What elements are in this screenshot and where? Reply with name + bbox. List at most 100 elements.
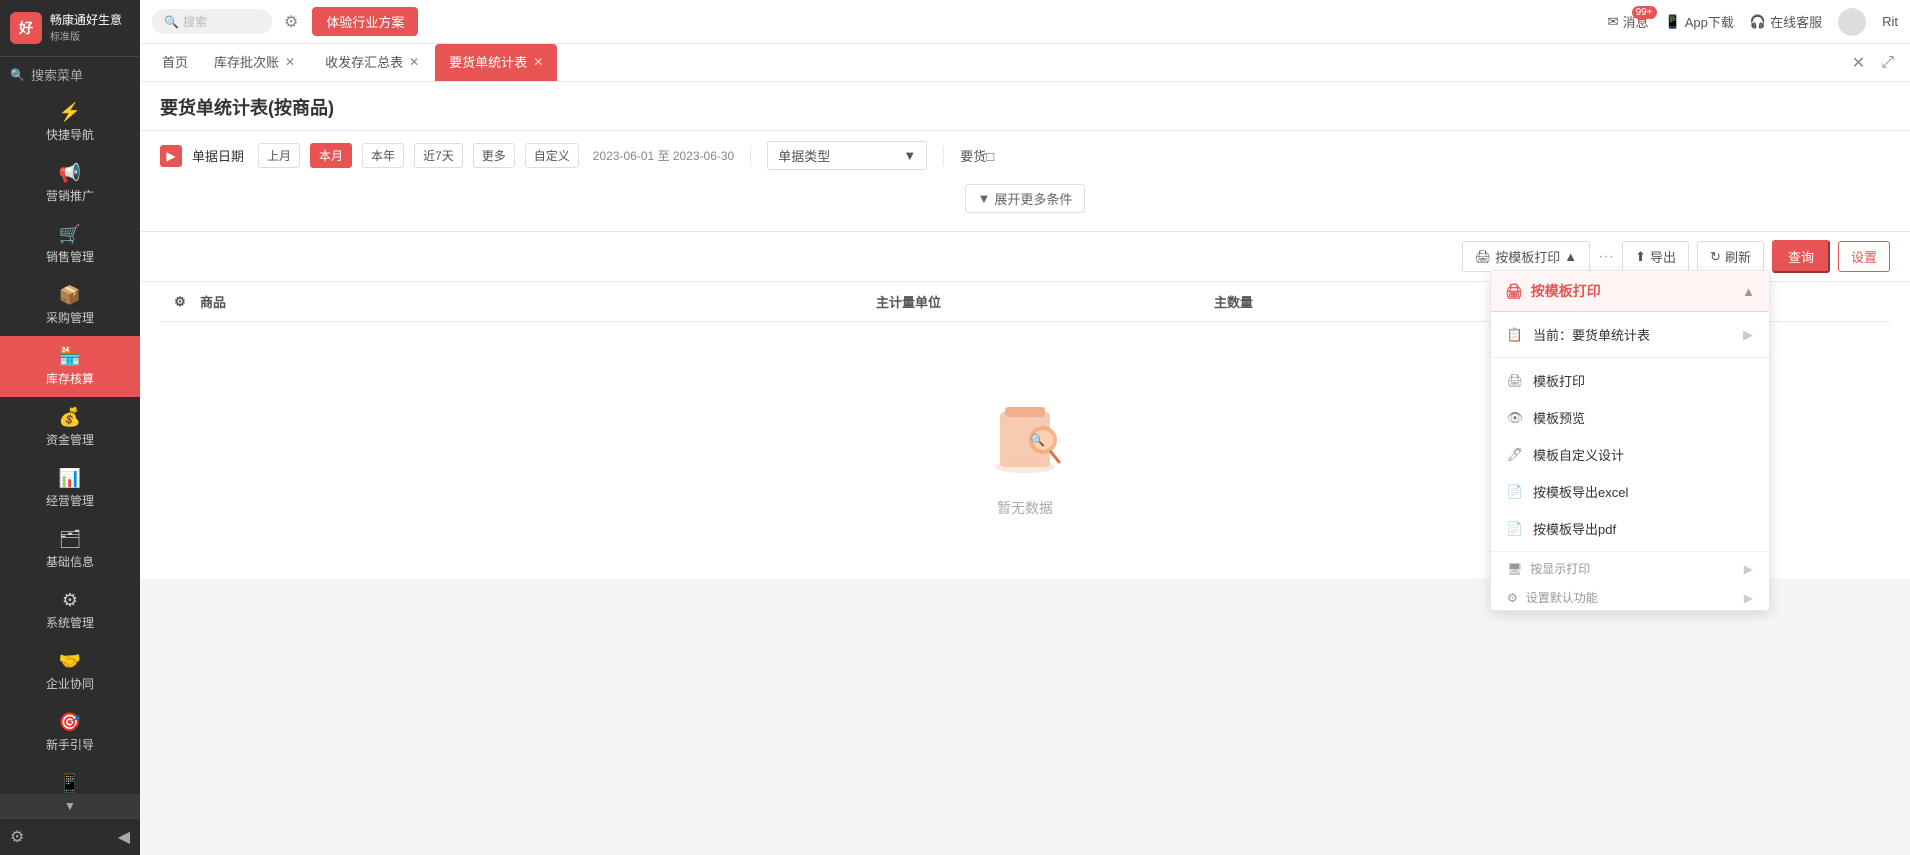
dropdown-header[interactable]: 🖨 按模板打印 ▲	[1491, 271, 1769, 312]
window-maximize-icon[interactable]: ⤢	[1877, 52, 1898, 74]
filter-tag-area: ▼ 展开更多条件	[160, 176, 1890, 221]
export-excel-icon: 📄	[1507, 484, 1523, 500]
sidebar-item-operations[interactable]: 📊 经营管理	[0, 458, 140, 519]
export-excel-label: 按模板导出excel	[1533, 482, 1628, 501]
tab-close-icon[interactable]: ✕	[409, 55, 419, 69]
collapse-icon[interactable]: ◀	[118, 827, 130, 847]
basic-icon: 🗂	[59, 529, 82, 550]
col-product-header: 商品	[200, 292, 876, 311]
template-preview-icon: 👁	[1507, 410, 1523, 426]
print-dropdown-arrow: ▲	[1564, 249, 1577, 264]
date-btn-last-month[interactable]: 上月	[258, 143, 300, 168]
sidebar-item-purchase[interactable]: 📦 采购管理	[0, 275, 140, 336]
tab-label: 库存批次账	[214, 52, 279, 71]
print-label: 按模板打印	[1495, 247, 1560, 266]
marketing-icon: 📢	[59, 163, 81, 184]
display-print-section[interactable]: 🖥 按显示打印 ▶	[1491, 552, 1769, 581]
print-more-icon[interactable]: ···	[1598, 248, 1614, 266]
date-btn-this-month[interactable]: 本月	[310, 143, 352, 168]
dropdown-header-right: ▲	[1742, 284, 1755, 299]
tab-close-icon[interactable]: ✕	[285, 55, 295, 69]
expand-more-btn[interactable]: ▼ 展开更多条件	[965, 184, 1086, 213]
date-btn-this-year[interactable]: 本年	[362, 143, 404, 168]
filter-expand-btn[interactable]: ▶	[160, 145, 182, 167]
sidebar-item-label: 库存核算	[46, 370, 94, 387]
tab-close-active-icon[interactable]: ✕	[533, 55, 543, 69]
query-btn[interactable]: 查询	[1772, 240, 1830, 273]
col-unit-header: 主计量单位	[876, 292, 1214, 311]
search-icon: 🔍	[164, 15, 179, 29]
sidebar-item-marketing[interactable]: 📢 营销推广	[0, 153, 140, 214]
sidebar-item-enterprise[interactable]: 🤝 企业协同	[0, 641, 140, 702]
template-print-label: 模板打印	[1533, 371, 1585, 390]
messages-icon: ✉	[1608, 14, 1619, 30]
current-template-icon: 📋	[1507, 327, 1523, 343]
set-default-icon: ⚙	[1507, 591, 1518, 605]
enterprise-icon: 🤝	[59, 651, 81, 672]
sidebar-scroll-down[interactable]: ▼	[0, 794, 140, 818]
sidebar-item-quick-nav[interactable]: ⚡ 快捷导航	[0, 92, 140, 153]
sidebar-item-apps[interactable]: 📱 应用中心	[0, 763, 140, 794]
sales-icon: 🛒	[59, 224, 81, 245]
date-btn-more[interactable]: 更多	[473, 143, 515, 168]
dropdown-current-section: 📋 当前：要货单统计表 ▶	[1491, 312, 1769, 358]
date-btn-7days[interactable]: 近7天	[414, 143, 463, 168]
export-pdf-icon: 📄	[1507, 521, 1523, 537]
sidebar-item-newbie[interactable]: 🎯 新手引导	[0, 702, 140, 763]
col-settings[interactable]: ⚙	[160, 294, 200, 310]
dropdown-item-export-pdf[interactable]: 📄 按模板导出pdf	[1491, 510, 1769, 547]
tab-requisition-stats[interactable]: 要货单统计表 ✕	[435, 44, 557, 81]
messages-item[interactable]: ✉ 消息 99+	[1608, 12, 1649, 31]
date-btn-custom[interactable]: 自定义	[525, 143, 579, 168]
header-settings-icon[interactable]: ⚙	[284, 12, 298, 32]
dropdown-item-custom-design[interactable]: 🖊 模板自定义设计	[1491, 436, 1769, 473]
app-download-item[interactable]: 📱 App下载	[1665, 12, 1734, 31]
di-left: 👁 模板预览	[1507, 408, 1585, 427]
top-header: 🔍 搜索 ⚙ 体验行业方案 ✉ 消息 99+ 📱 App下载 🎧 在线客服 Ri…	[140, 0, 1910, 44]
filter-row-1: ▶ 单据日期 上月 本月 本年 近7天 更多 自定义 2023-06-01 至 …	[160, 141, 1890, 170]
tab-home[interactable]: 首页	[152, 44, 198, 81]
online-service-item[interactable]: 🎧 在线客服	[1750, 12, 1822, 31]
service-icon: 🎧	[1750, 14, 1766, 30]
online-service-label: 在线客服	[1770, 12, 1822, 31]
sidebar-search-item[interactable]: 🔍 搜索菜单	[0, 57, 140, 92]
tab-window-controls: ✕ ⤢	[1848, 51, 1898, 75]
export-icon: ⬆	[1635, 249, 1646, 265]
refresh-btn[interactable]: ↻ 刷新	[1697, 241, 1764, 272]
set-default-section[interactable]: ⚙ 设置默认功能 ▶	[1491, 581, 1769, 610]
date-label: 单据日期	[192, 146, 244, 165]
requisition-filter-label: 要货□	[960, 146, 994, 165]
sidebar-item-label: 基础信息	[46, 553, 94, 570]
settings-btn[interactable]: 设置	[1838, 241, 1890, 272]
global-search[interactable]: 🔍 搜索	[152, 9, 272, 34]
dropdown-item-template-print[interactable]: 🖨 模板打印	[1491, 362, 1769, 399]
user-name: Rit	[1882, 14, 1898, 29]
industry-solution-btn[interactable]: 体验行业方案	[312, 7, 418, 36]
tab-receipt-summary[interactable]: 收发存汇总表 ✕	[311, 44, 433, 81]
filter-divider	[750, 146, 751, 166]
dropdown-item-template-preview[interactable]: 👁 模板预览	[1491, 399, 1769, 436]
apps-icon: 📱	[59, 773, 81, 794]
sidebar-bottom: ⚙ ◀	[0, 818, 140, 855]
dropdown-current-item[interactable]: 📋 当前：要货单统计表 ▶	[1491, 316, 1769, 353]
tab-batch-account[interactable]: 库存批次账 ✕	[200, 44, 309, 81]
sidebar-item-basic[interactable]: 🗂 基础信息	[0, 519, 140, 580]
user-avatar[interactable]	[1838, 8, 1866, 36]
sidebar-item-label: 营销推广	[46, 187, 94, 204]
window-close-icon[interactable]: ✕	[1848, 51, 1869, 75]
print-template-btn[interactable]: 🖨 按模板打印 ▲	[1462, 241, 1590, 272]
sidebar-item-sales[interactable]: 🛒 销售管理	[0, 214, 140, 275]
purchase-icon: 📦	[59, 285, 81, 306]
sidebar-item-finance[interactable]: 💰 资金管理	[0, 397, 140, 458]
sidebar-logo: 好 畅康通好生意 标准版	[0, 0, 140, 57]
sidebar-item-system[interactable]: ⚙ 系统管理	[0, 580, 140, 641]
expand-more-icon: ▼	[978, 191, 991, 206]
dropdown-item-export-excel[interactable]: 📄 按模板导出excel	[1491, 473, 1769, 510]
export-btn[interactable]: ⬆ 导出	[1622, 241, 1689, 272]
sidebar-item-label: 销售管理	[46, 248, 94, 265]
settings-icon[interactable]: ⚙	[10, 827, 24, 847]
messages-badge: 99+	[1632, 6, 1657, 19]
refresh-icon: ↻	[1710, 249, 1721, 265]
sidebar-item-inventory[interactable]: 🏪 库存核算	[0, 336, 140, 397]
order-type-select[interactable]: 单据类型 ▼	[767, 141, 927, 170]
